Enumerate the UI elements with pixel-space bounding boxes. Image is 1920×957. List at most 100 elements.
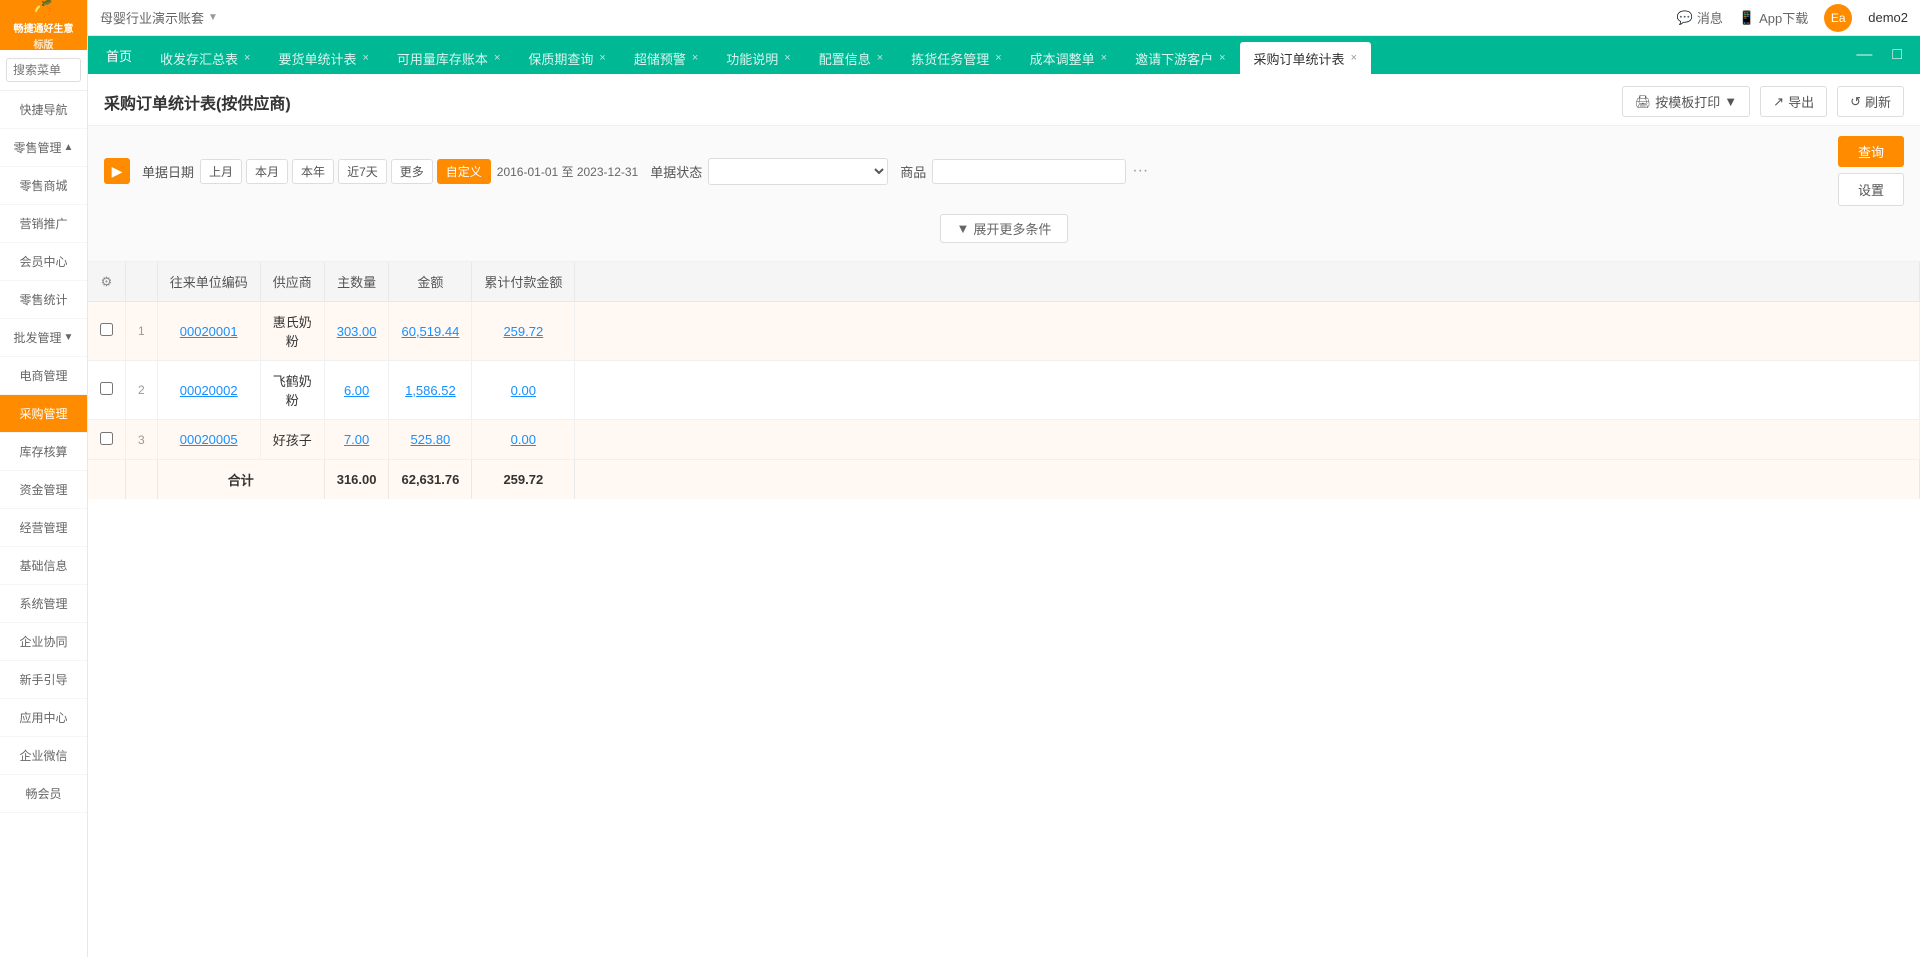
chevron-down-icon: ▼	[957, 221, 970, 236]
user-avatar[interactable]: Ea	[1824, 4, 1852, 32]
workspace-selector[interactable]: 母婴行业演示账套 ▼	[100, 8, 218, 27]
search-input[interactable]	[6, 58, 81, 82]
tab-home[interactable]: 首页	[92, 40, 146, 71]
sidebar-item-retail-shop[interactable]: 零售商城	[0, 167, 87, 205]
refresh-button[interactable]: ↺ 刷新	[1837, 86, 1904, 117]
date-btn-custom[interactable]: 自定义	[437, 159, 491, 184]
tab-config-info[interactable]: 配置信息 ×	[805, 42, 897, 74]
tab-cost-adjust[interactable]: 成本调整单 ×	[1016, 42, 1121, 74]
tab-warranty[interactable]: 保质期查询 ×	[514, 42, 619, 74]
template-print-button[interactable]: 🖨 按模板打印 ▼	[1622, 86, 1750, 117]
sidebar-item-purchase[interactable]: 采购管理	[0, 395, 87, 433]
tab-close-icon[interactable]: ×	[995, 52, 1001, 64]
th-amount: 金额	[389, 262, 472, 302]
tab-close-icon[interactable]: ×	[1101, 52, 1107, 64]
row-qty[interactable]: 6.00	[324, 361, 389, 420]
date-btn-this-month[interactable]: 本月	[246, 159, 288, 184]
row-select[interactable]	[100, 432, 113, 445]
tab-label: 保质期查询	[528, 49, 593, 68]
row-qty[interactable]: 7.00	[324, 420, 389, 460]
sidebar-item-retail[interactable]: 零售管理 ▲	[0, 129, 87, 167]
tab-close-icon[interactable]: ×	[494, 52, 500, 64]
date-btn-7days[interactable]: 近7天	[338, 159, 387, 184]
sidebar-item-finance[interactable]: 资金管理	[0, 471, 87, 509]
settings-icon[interactable]: ⚙	[101, 274, 113, 289]
tab-order-summary[interactable]: 要货单统计表 ×	[264, 42, 382, 74]
row-code[interactable]: 00020002	[157, 361, 260, 420]
row-amount[interactable]: 1,586.52	[389, 361, 472, 420]
row-paid[interactable]: 0.00	[472, 420, 575, 460]
sidebar-item-ecommerce[interactable]: 电商管理	[0, 357, 87, 395]
message-label: 消息	[1697, 8, 1723, 27]
sidebar-item-marketing[interactable]: 营销推广	[0, 205, 87, 243]
row-paid[interactable]: 259.72	[472, 302, 575, 361]
top-bar: 母婴行业演示账套 ▼ 💬 消息 📱 App下载 Ea demo2	[88, 0, 1920, 36]
tab-close-icon[interactable]: ×	[599, 52, 605, 64]
tab-maximize-btn[interactable]: □	[1886, 44, 1908, 66]
row-paid[interactable]: 0.00	[472, 361, 575, 420]
message-action[interactable]: 💬 消息	[1677, 8, 1723, 27]
tab-pick-task[interactable]: 拣货任务管理 ×	[897, 42, 1015, 74]
workspace-name: 母婴行业演示账套	[100, 8, 204, 27]
tab-close-icon[interactable]: ×	[877, 52, 883, 64]
sidebar-item-basic[interactable]: 基础信息	[0, 547, 87, 585]
filter-toggle-button[interactable]: ▶	[104, 158, 130, 184]
th-seq	[126, 262, 158, 302]
tab-close-icon[interactable]: ×	[1219, 52, 1225, 64]
page-content: 采购订单统计表(按供应商) 🖨 按模板打印 ▼ ↗ 导出 ↺ 刷新	[88, 74, 1920, 957]
query-button[interactable]: 查询	[1838, 136, 1904, 167]
tab-close-icon[interactable]: ×	[1351, 52, 1357, 64]
settings-button[interactable]: 设置	[1838, 173, 1904, 206]
goods-input[interactable]	[932, 159, 1126, 184]
tab-close-icon[interactable]: ×	[692, 52, 698, 64]
tab-receive-summary[interactable]: 收发存汇总表 ×	[146, 42, 264, 74]
row-code[interactable]: 00020001	[157, 302, 260, 361]
tab-overstock[interactable]: 超储预警 ×	[620, 42, 712, 74]
sidebar-item-appcenter[interactable]: 应用中心	[0, 699, 87, 737]
sidebar-item-shortcut[interactable]: 快捷导航	[0, 91, 87, 129]
goods-more-icon[interactable]: ···	[1132, 162, 1148, 180]
app-download-action[interactable]: 📱 App下载	[1739, 8, 1808, 27]
tab-close-icon[interactable]: ×	[362, 52, 368, 64]
row-amount[interactable]: 525.80	[389, 420, 472, 460]
sidebar-item-system[interactable]: 系统管理	[0, 585, 87, 623]
status-select[interactable]	[708, 158, 888, 185]
tab-function-desc[interactable]: 功能说明 ×	[712, 42, 804, 74]
tab-label: 功能说明	[726, 49, 778, 68]
row-qty[interactable]: 303.00	[324, 302, 389, 361]
row-select[interactable]	[100, 382, 113, 395]
tab-close-icon[interactable]: ×	[784, 52, 790, 64]
sidebar-item-member[interactable]: 会员中心	[0, 243, 87, 281]
th-settings[interactable]: ⚙	[88, 262, 126, 302]
export-button[interactable]: ↗ 导出	[1760, 86, 1827, 117]
tab-purchase-summary[interactable]: 采购订单统计表 ×	[1240, 42, 1371, 74]
sidebar-item-member2[interactable]: 畅会员	[0, 775, 87, 813]
row-code[interactable]: 00020005	[157, 420, 260, 460]
tab-label: 可用量库存账本	[397, 49, 488, 68]
sidebar-item-enterprise[interactable]: 企业协同	[0, 623, 87, 661]
tab-close-icon[interactable]: ×	[244, 52, 250, 64]
goods-filter-label: 商品	[900, 162, 926, 181]
row-checkbox[interactable]	[88, 361, 126, 420]
sidebar-item-operation[interactable]: 经营管理	[0, 509, 87, 547]
date-btn-last-month[interactable]: 上月	[200, 159, 242, 184]
row-checkbox[interactable]	[88, 302, 126, 361]
tab-minimize-btn[interactable]: —	[1850, 44, 1878, 66]
date-btn-this-year[interactable]: 本年	[292, 159, 334, 184]
sidebar-item-wechat[interactable]: 企业微信	[0, 737, 87, 775]
export-icon: ↗	[1773, 94, 1784, 110]
date-btn-more[interactable]: 更多	[391, 159, 433, 184]
sidebar-item-wholesale[interactable]: 批发管理 ▼	[0, 319, 87, 357]
tab-label: 邀请下游客户	[1135, 49, 1213, 68]
refresh-label: 刷新	[1865, 92, 1891, 111]
tab-available-stock[interactable]: 可用量库存账本 ×	[383, 42, 514, 74]
sidebar-item-retail-stat[interactable]: 零售统计	[0, 281, 87, 319]
expand-more-button[interactable]: ▼ 展开更多条件	[940, 214, 1069, 243]
tab-invite-downstream[interactable]: 邀请下游客户 ×	[1121, 42, 1239, 74]
row-checkbox[interactable]	[88, 420, 126, 460]
row-amount[interactable]: 60,519.44	[389, 302, 472, 361]
th-code: 往来单位编码	[157, 262, 260, 302]
sidebar-item-inventory[interactable]: 库存核算	[0, 433, 87, 471]
sidebar-item-newbie[interactable]: 新手引导	[0, 661, 87, 699]
row-select[interactable]	[100, 323, 113, 336]
